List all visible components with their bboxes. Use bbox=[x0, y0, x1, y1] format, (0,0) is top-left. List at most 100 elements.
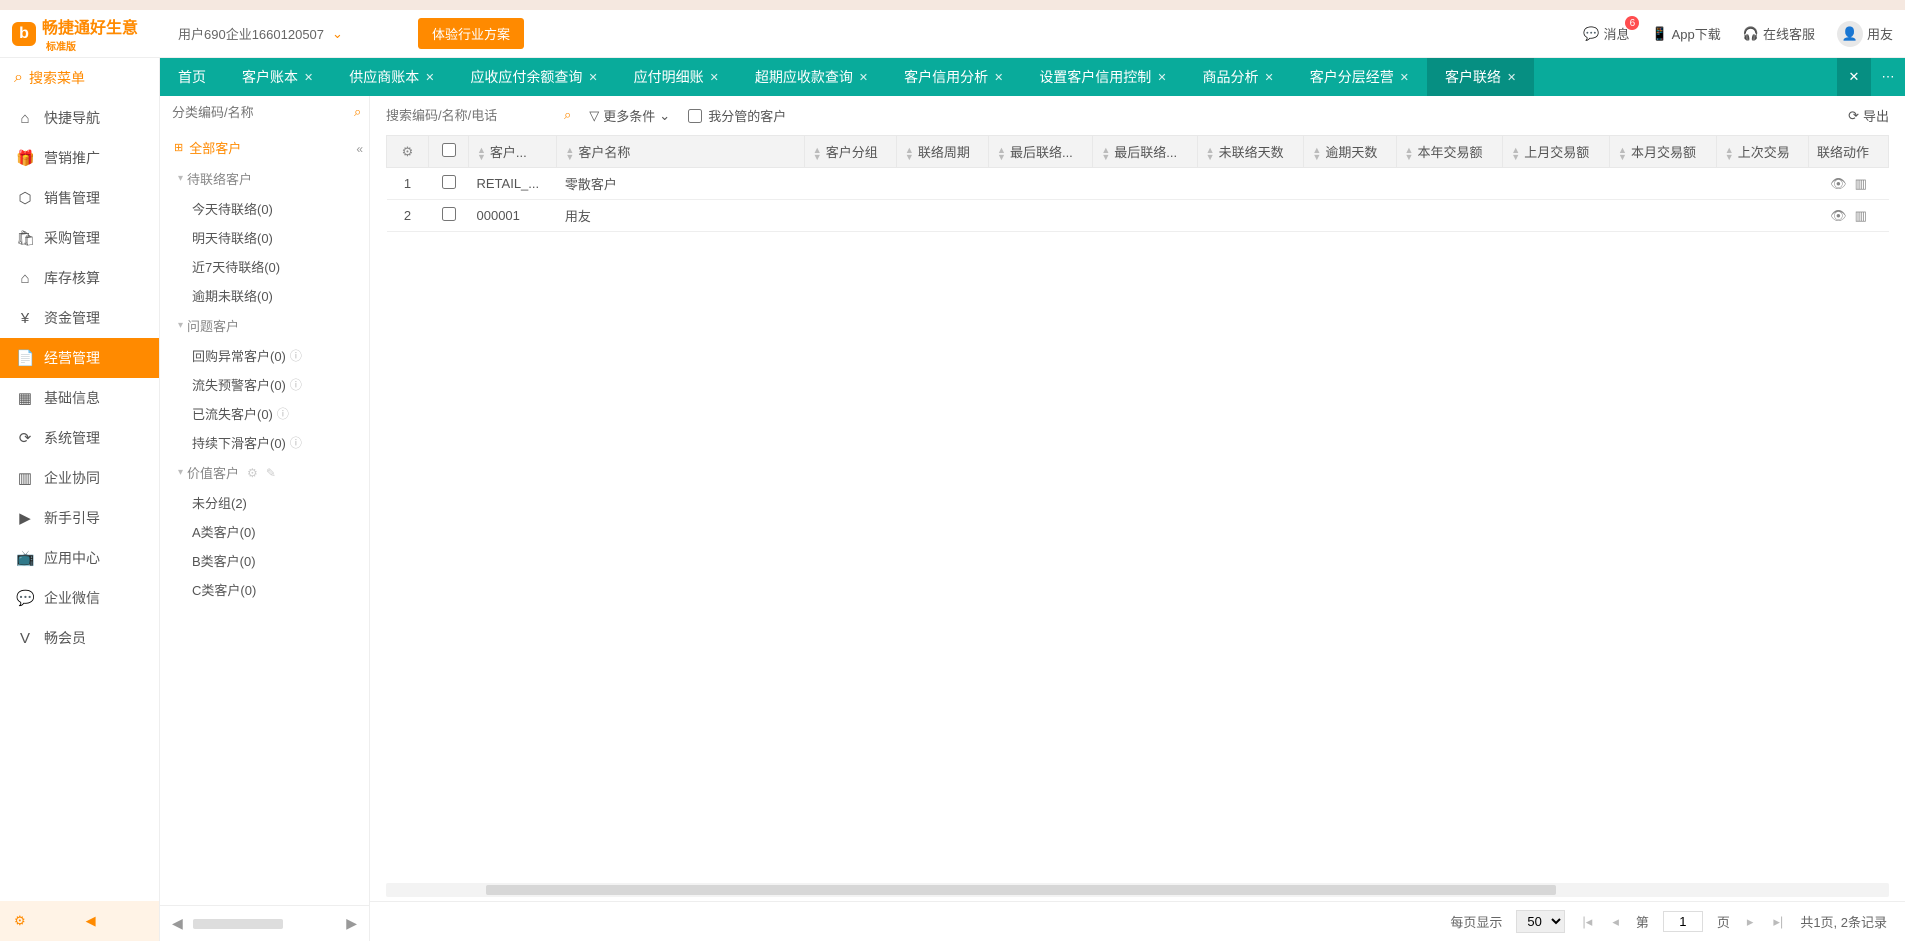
tree-leaf-0-2[interactable]: 近7天待联络(0) bbox=[160, 252, 369, 281]
app-download-action[interactable]: 📱 App下载 bbox=[1651, 24, 1720, 43]
tree-leaf-2-1[interactable]: A类客户(0) bbox=[160, 517, 369, 546]
tree-leaf-0-0[interactable]: 今天待联络(0) bbox=[160, 194, 369, 223]
close-icon[interactable]: ✕ bbox=[588, 71, 597, 84]
sort-icon[interactable]: ▲▼ bbox=[1511, 147, 1520, 161]
sidebar-item-9[interactable]: ▥企业协同 bbox=[0, 458, 159, 498]
sidebar-item-6[interactable]: 📄经营管理 bbox=[0, 338, 159, 378]
search-icon[interactable]: ⌕ bbox=[564, 107, 571, 123]
gear-icon[interactable]: ⚙ bbox=[402, 144, 414, 159]
tree-leaf-2-2[interactable]: B类客户(0) bbox=[160, 546, 369, 575]
gear-icon[interactable]: ⚙ bbox=[14, 913, 26, 929]
tab-1[interactable]: 客户账本✕ bbox=[224, 58, 331, 96]
sort-icon[interactable]: ▲▼ bbox=[565, 147, 574, 161]
col-name[interactable]: ▲▼客户名称 bbox=[557, 136, 804, 168]
tab-2[interactable]: 供应商账本✕ bbox=[331, 58, 452, 96]
export-button[interactable]: ⟳ 导出 bbox=[1848, 106, 1889, 125]
close-all-tabs[interactable]: ✕ bbox=[1837, 58, 1871, 96]
collapse-tree-icon[interactable]: « bbox=[356, 142, 363, 156]
settings-icon[interactable]: ⚙ bbox=[247, 466, 258, 480]
help-icon[interactable]: ⓘ bbox=[290, 347, 302, 364]
user-menu[interactable]: 👤 用友 bbox=[1837, 21, 1893, 47]
next-page[interactable]: ▸ bbox=[1744, 914, 1757, 930]
col-last1[interactable]: ▲▼最后联络... bbox=[989, 136, 1093, 168]
sort-icon[interactable]: ▲▼ bbox=[477, 147, 486, 161]
tenant-selector[interactable]: 用户690企业1660120507 ⌄ bbox=[178, 24, 408, 43]
tree-leaf-1-3[interactable]: 持续下滑客户(0) ⓘ bbox=[160, 428, 369, 457]
col-cycle[interactable]: ▲▼联络周期 bbox=[896, 136, 988, 168]
table-row[interactable]: 2000001用友👁▥ bbox=[387, 200, 1889, 232]
tab-6[interactable]: 客户信用分析✕ bbox=[886, 58, 1021, 96]
tree-search-input[interactable] bbox=[172, 105, 348, 120]
tree-leaf-1-0[interactable]: 回购异常客户(0) ⓘ bbox=[160, 341, 369, 370]
last-page[interactable]: ▸| bbox=[1770, 914, 1786, 930]
close-icon[interactable]: ✕ bbox=[304, 71, 313, 84]
horizontal-scrollbar[interactable] bbox=[386, 883, 1889, 897]
help-icon[interactable]: ⓘ bbox=[290, 434, 302, 451]
sidebar-item-1[interactable]: 🎁营销推广 bbox=[0, 138, 159, 178]
row-checkbox[interactable] bbox=[442, 207, 456, 221]
more-conditions[interactable]: ▽ 更多条件 ⌄ bbox=[589, 106, 670, 125]
col-last_month[interactable]: ▲▼上月交易额 bbox=[1503, 136, 1610, 168]
table-row[interactable]: 1RETAIL_...零散客户👁▥ bbox=[387, 168, 1889, 200]
sidebar-item-12[interactable]: 💬企业微信 bbox=[0, 578, 159, 618]
select-all-checkbox[interactable] bbox=[442, 143, 456, 157]
experience-button[interactable]: 体验行业方案 bbox=[418, 18, 524, 49]
col-this_month[interactable]: ▲▼本月交易额 bbox=[1610, 136, 1717, 168]
sidebar-item-4[interactable]: ⌂库存核算 bbox=[0, 258, 159, 298]
sort-icon[interactable]: ▲▼ bbox=[1312, 147, 1321, 161]
sort-icon[interactable]: ▲▼ bbox=[1725, 147, 1734, 161]
tree-leaf-1-1[interactable]: 流失预警客户(0) ⓘ bbox=[160, 370, 369, 399]
col-group[interactable]: ▲▼客户分组 bbox=[804, 136, 896, 168]
sort-icon[interactable]: ▲▼ bbox=[997, 147, 1006, 161]
tab-3[interactable]: 应收应付余额查询✕ bbox=[452, 58, 615, 96]
search-icon[interactable]: ⌕ bbox=[354, 104, 361, 120]
col-code[interactable]: ▲▼客户... bbox=[469, 136, 557, 168]
sidebar-item-5[interactable]: ¥资金管理 bbox=[0, 298, 159, 338]
sort-icon[interactable]: ▲▼ bbox=[905, 147, 914, 161]
col-last2[interactable]: ▲▼最后联络... bbox=[1093, 136, 1197, 168]
my-customers-input[interactable] bbox=[688, 109, 702, 123]
sort-icon[interactable]: ▲▼ bbox=[813, 147, 822, 161]
sidebar-item-10[interactable]: ▶新手引导 bbox=[0, 498, 159, 538]
sidebar-item-13[interactable]: V畅会员 bbox=[0, 618, 159, 658]
help-icon[interactable]: ⓘ bbox=[277, 405, 289, 422]
first-page[interactable]: |◂ bbox=[1579, 914, 1595, 930]
table-search-input[interactable] bbox=[386, 108, 556, 123]
prev-page[interactable]: ◂ bbox=[1609, 914, 1622, 930]
tab-0[interactable]: 首页 bbox=[160, 58, 224, 96]
tree-leaf-2-3[interactable]: C类客户(0) bbox=[160, 575, 369, 604]
sort-icon[interactable]: ▲▼ bbox=[1618, 147, 1627, 161]
col-last_trade[interactable]: ▲▼上次交易 bbox=[1716, 136, 1808, 168]
sidebar-item-0[interactable]: ⌂快捷导航 bbox=[0, 98, 159, 138]
tree-leaf-1-2[interactable]: 已流失客户(0) ⓘ bbox=[160, 399, 369, 428]
col-gear[interactable]: ⚙ bbox=[387, 136, 429, 168]
view-icon[interactable]: 👁 bbox=[1830, 176, 1847, 191]
scrollbar-thumb[interactable] bbox=[486, 885, 1556, 895]
close-icon[interactable]: ✕ bbox=[859, 71, 868, 84]
collapse-sidebar-icon[interactable]: ◀ bbox=[86, 913, 96, 929]
close-icon[interactable]: ✕ bbox=[1157, 71, 1166, 84]
page-input[interactable] bbox=[1663, 911, 1703, 932]
tab-4[interactable]: 应付明细账✕ bbox=[616, 58, 737, 96]
tree-leaf-0-3[interactable]: 逾期未联络(0) bbox=[160, 281, 369, 310]
tabs-more[interactable]: ⋯ bbox=[1871, 58, 1905, 96]
close-icon[interactable]: ✕ bbox=[425, 71, 434, 84]
tree-leaf-2-0[interactable]: 未分组(2) bbox=[160, 488, 369, 517]
tree-leaf-0-1[interactable]: 明天待联络(0) bbox=[160, 223, 369, 252]
tree-scroll-right[interactable]: ▶ bbox=[342, 915, 361, 932]
close-icon[interactable]: ✕ bbox=[994, 71, 1003, 84]
sidebar-item-11[interactable]: 📺应用中心 bbox=[0, 538, 159, 578]
edit-icon[interactable]: ✎ bbox=[266, 466, 276, 480]
tab-10[interactable]: 客户联络✕ bbox=[1427, 58, 1534, 96]
close-icon[interactable]: ✕ bbox=[710, 71, 719, 84]
tab-7[interactable]: 设置客户信用控制✕ bbox=[1021, 58, 1184, 96]
close-icon[interactable]: ✕ bbox=[1507, 71, 1516, 84]
col-chk[interactable] bbox=[429, 136, 469, 168]
help-icon[interactable]: ⓘ bbox=[290, 376, 302, 393]
tab-8[interactable]: 商品分析✕ bbox=[1185, 58, 1292, 96]
online-service-action[interactable]: 🎧 在线客服 bbox=[1743, 24, 1815, 43]
tab-9[interactable]: 客户分层经营✕ bbox=[1292, 58, 1427, 96]
sidebar-search[interactable]: ⌕ 搜索菜单 bbox=[0, 58, 159, 98]
tree-scroll-left[interactable]: ◀ bbox=[168, 915, 187, 932]
close-icon[interactable]: ✕ bbox=[1400, 71, 1409, 84]
